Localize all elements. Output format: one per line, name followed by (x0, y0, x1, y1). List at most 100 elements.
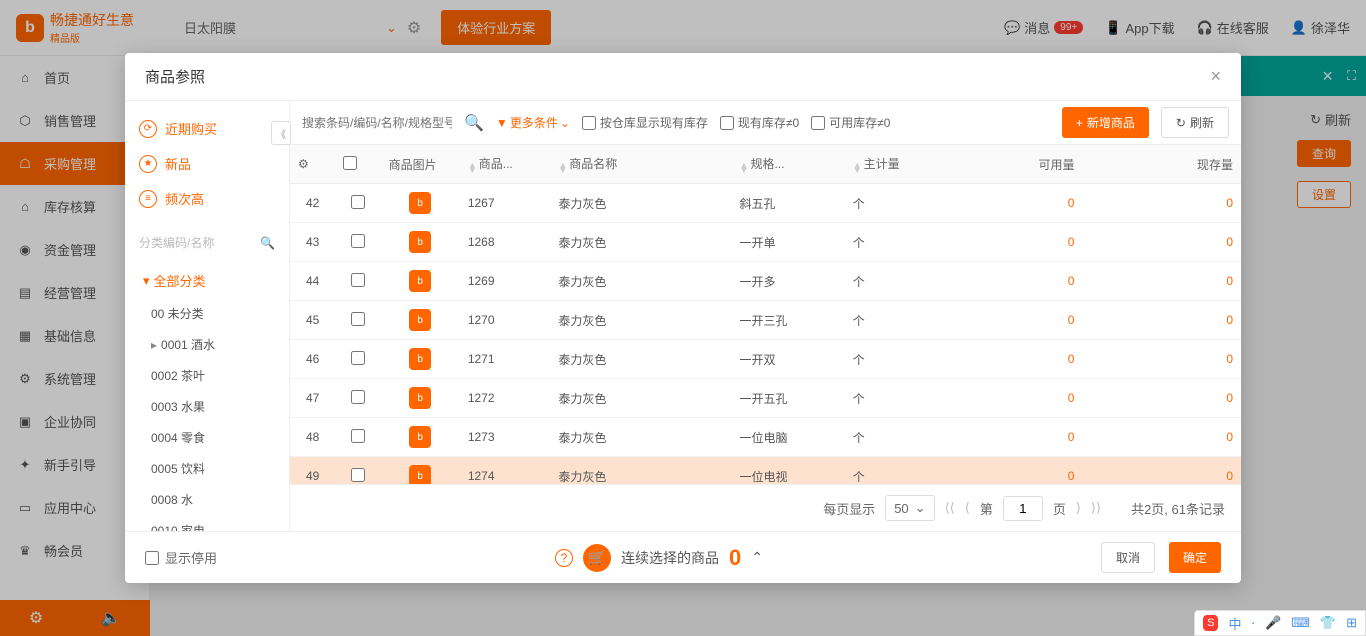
column-header[interactable]: ⚙ (290, 145, 335, 184)
chevron-down-icon: ▾ (143, 273, 150, 289)
product-image-icon: b (409, 426, 431, 448)
stock-nonzero-checkbox[interactable]: 现有库存≠0 (720, 114, 799, 131)
refresh-button[interactable]: ↻刷新 (1161, 107, 1229, 138)
chevron-down-icon: ⌄ (560, 116, 570, 130)
modal-toolbar: 🔍 ▼ 更多条件 ⌄ 按仓库显示现有库存 现有库存≠0 可用库存≠0 +新增商品… (290, 101, 1241, 145)
product-search-input[interactable] (302, 116, 452, 130)
column-header[interactable]: ▲▼商品名称 (550, 145, 731, 184)
close-icon[interactable]: × (1210, 66, 1221, 87)
category-item[interactable]: 00 未分类 (139, 298, 275, 329)
ime-brand-icon[interactable]: S (1203, 615, 1218, 631)
page-input[interactable] (1003, 496, 1043, 521)
sort-icon: ▲▼ (740, 163, 749, 173)
quick-link-icon: ⟳ (139, 120, 157, 138)
product-image-icon: b (409, 231, 431, 253)
ime-keyboard-icon[interactable]: ⌨ (1291, 615, 1310, 631)
row-checkbox[interactable] (351, 234, 365, 248)
first-page-icon[interactable]: ⟨⟨ (945, 500, 955, 516)
select-all-checkbox[interactable] (343, 156, 357, 170)
ime-grid-icon[interactable]: ⊞ (1346, 615, 1357, 631)
column-header[interactable] (335, 145, 380, 184)
selected-count: 0 (729, 545, 741, 571)
column-header[interactable]: 可用量 (924, 145, 1083, 184)
category-all[interactable]: ▾ 全部分类 (139, 263, 275, 298)
row-checkbox[interactable] (351, 468, 365, 482)
ime-punct-icon[interactable]: ⸱ (1251, 614, 1254, 632)
row-checkbox[interactable] (351, 390, 365, 404)
column-header[interactable]: ▲▼规格... (732, 145, 845, 184)
quick-link-icon: ≡ (139, 190, 157, 208)
gear-icon[interactable]: ⚙ (298, 157, 309, 171)
quick-link-0[interactable]: ⟳近期购买 (139, 111, 275, 146)
chevron-up-icon[interactable]: ⌃ (751, 549, 763, 566)
plus-icon: + (1076, 116, 1083, 130)
quick-link-2[interactable]: ≡频次高 (139, 181, 275, 216)
column-header[interactable]: 商品图片 (381, 145, 460, 184)
table-row[interactable]: 48 b 1273 泰力灰色 一位电脑 个 0 0 (290, 418, 1241, 457)
search-icon[interactable]: 🔍 (260, 236, 275, 250)
sort-icon: ▲▼ (853, 163, 862, 173)
table-row[interactable]: 47 b 1272 泰力灰色 一开五孔 个 0 0 (290, 379, 1241, 418)
category-item[interactable]: 0003 水果 (139, 391, 275, 422)
last-page-icon[interactable]: ⟩⟩ (1091, 500, 1101, 516)
search-icon[interactable]: 🔍 (464, 113, 484, 133)
row-checkbox[interactable] (351, 195, 365, 209)
modal-header: 商品参照 × (125, 53, 1241, 101)
column-header[interactable]: ▲▼主计量 (845, 145, 924, 184)
next-page-icon[interactable]: ⟩ (1076, 500, 1081, 516)
quick-link-icon: ★ (139, 155, 157, 173)
category-item[interactable]: 0008 水 (139, 484, 275, 515)
add-product-button[interactable]: +新增商品 (1062, 107, 1149, 138)
product-image-icon: b (409, 309, 431, 331)
cancel-button[interactable]: 取消 (1101, 542, 1155, 573)
ime-bar: S 中 ⸱ 🎤 ⌨ 👕 ⊞ (1194, 610, 1366, 636)
modal-left-panel: 《 ⟳近期购买★新品≡频次高 分类编码/名称 🔍 ▾ 全部分类 00 未分类00… (125, 101, 290, 531)
modal-right-panel: 🔍 ▼ 更多条件 ⌄ 按仓库显示现有库存 现有库存≠0 可用库存≠0 +新增商品… (290, 101, 1241, 531)
table-row[interactable]: 45 b 1270 泰力灰色 一开三孔 个 0 0 (290, 301, 1241, 340)
row-checkbox[interactable] (351, 312, 365, 326)
quick-link-1[interactable]: ★新品 (139, 146, 275, 181)
row-checkbox[interactable] (351, 429, 365, 443)
product-image-icon: b (409, 387, 431, 409)
sort-icon: ▲▼ (558, 163, 567, 173)
category-item[interactable]: 0001 酒水 (139, 329, 275, 360)
column-header[interactable]: 现存量 (1082, 145, 1241, 184)
refresh-icon: ↻ (1176, 116, 1186, 130)
product-table-wrap[interactable]: ⚙ 商品图片▲▼商品...▲▼商品名称▲▼规格...▲▼主计量可用量现存量 42 … (290, 145, 1241, 484)
product-image-icon: b (409, 465, 431, 484)
category-search[interactable]: 分类编码/名称 🔍 (125, 226, 289, 259)
table-row[interactable]: 42 b 1267 泰力灰色 斜五孔 个 0 0 (290, 184, 1241, 223)
category-item[interactable]: 0010 家电 (139, 515, 275, 531)
filter-icon: ▼ (496, 116, 508, 130)
more-filter-toggle[interactable]: ▼ 更多条件 ⌄ (496, 114, 570, 131)
selected-products-indicator[interactable]: ? 🛒 连续选择的商品 0 ⌃ (555, 544, 763, 572)
confirm-button[interactable]: 确定 (1169, 542, 1221, 573)
per-page-select[interactable]: 50 ⌄ (885, 495, 934, 521)
ime-mic-icon[interactable]: 🎤 (1265, 615, 1281, 631)
table-row[interactable]: 46 b 1271 泰力灰色 一开双 个 0 0 (290, 340, 1241, 379)
chevron-down-icon: ⌄ (915, 500, 926, 516)
table-row[interactable]: 44 b 1269 泰力灰色 一开多 个 0 0 (290, 262, 1241, 301)
category-item[interactable]: 0002 茶叶 (139, 360, 275, 391)
category-search-placeholder: 分类编码/名称 (139, 234, 214, 251)
product-image-icon: b (409, 192, 431, 214)
column-header[interactable]: ▲▼商品... (460, 145, 551, 184)
table-row[interactable]: 43 b 1268 泰力灰色 一开单 个 0 0 (290, 223, 1241, 262)
category-item[interactable]: 0004 零食 (139, 422, 275, 453)
sort-icon: ▲▼ (468, 163, 477, 173)
ime-lang[interactable]: 中 (1228, 614, 1241, 633)
row-checkbox[interactable] (351, 351, 365, 365)
warehouse-stock-checkbox[interactable]: 按仓库显示现有库存 (582, 114, 708, 131)
ime-skin-icon[interactable]: 👕 (1320, 615, 1336, 631)
prev-page-icon[interactable]: ⟨ (965, 500, 970, 516)
category-list: ▾ 全部分类 00 未分类0001 酒水0002 茶叶0003 水果0004 零… (125, 259, 289, 531)
collapse-panel-button[interactable]: 《 (271, 121, 291, 145)
table-row[interactable]: 49 b 1274 泰力灰色 一位电视 个 0 0 (290, 457, 1241, 485)
available-nonzero-checkbox[interactable]: 可用库存≠0 (811, 114, 890, 131)
product-image-icon: b (409, 348, 431, 370)
row-checkbox[interactable] (351, 273, 365, 287)
show-disabled-checkbox[interactable]: 显示停用 (145, 548, 217, 567)
category-item[interactable]: 0005 饮料 (139, 453, 275, 484)
help-icon[interactable]: ? (555, 549, 573, 567)
cart-icon: 🛒 (583, 544, 611, 572)
